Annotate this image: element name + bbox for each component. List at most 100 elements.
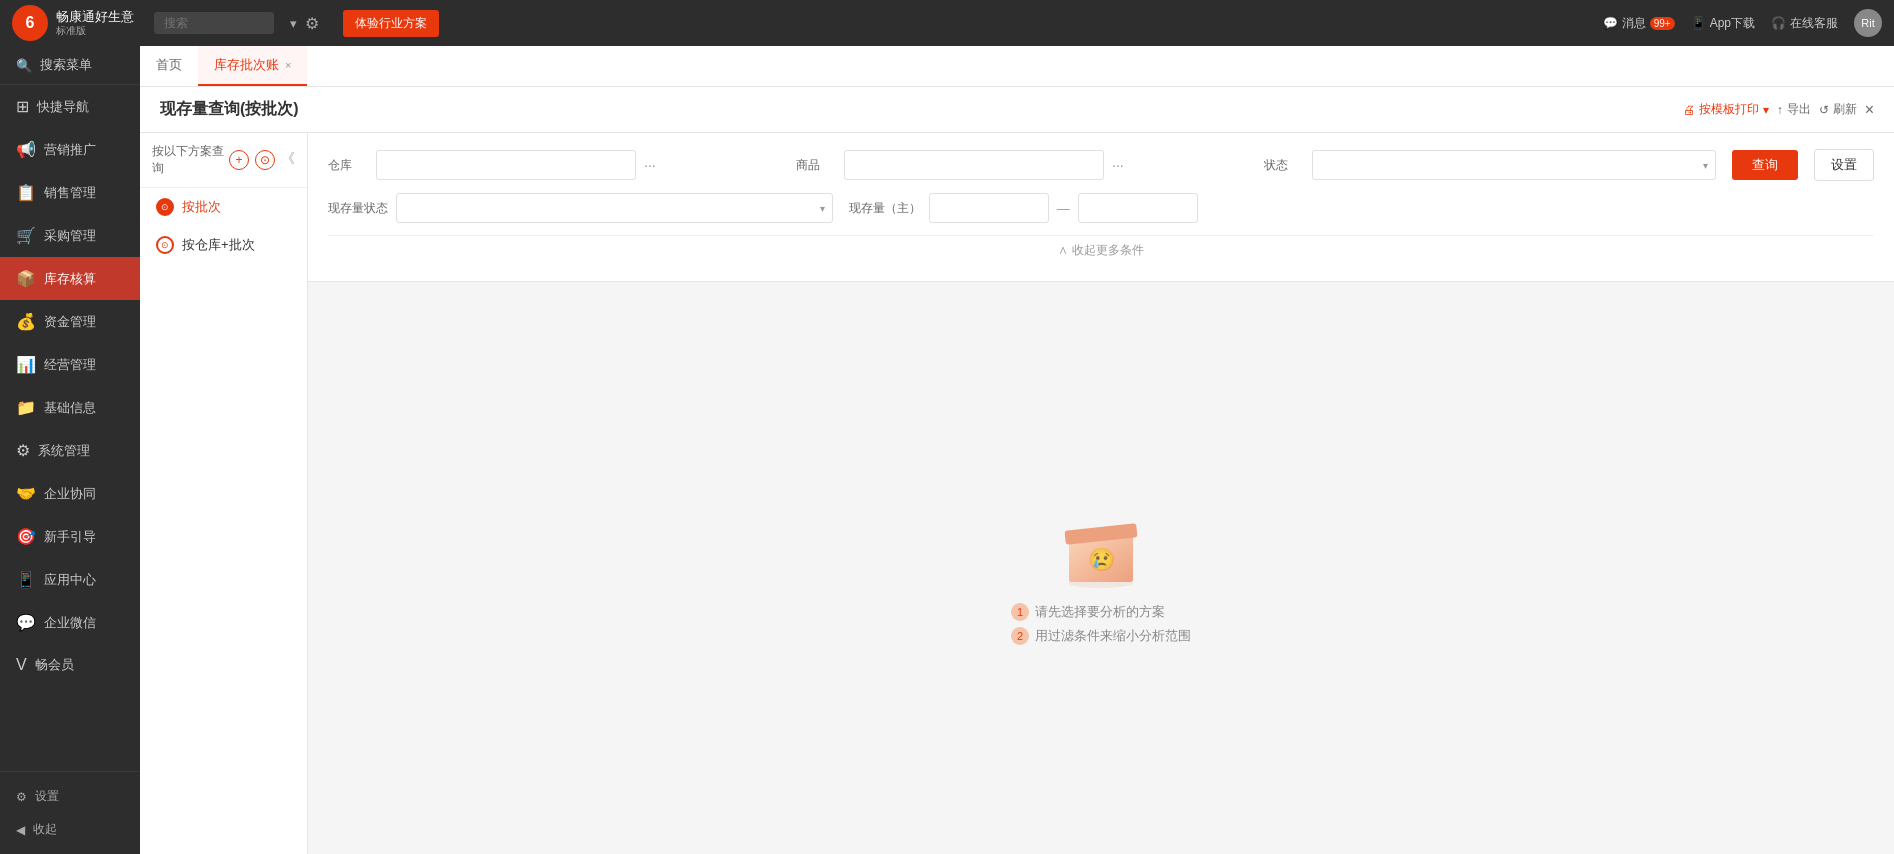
page-body: 按以下方案查询 + ⊙ 《 ⊙ 按批次 ⊙ 按仓库+批次: [140, 133, 1894, 854]
sidebar-item-wechat[interactable]: 💬 企业微信: [0, 601, 140, 644]
sidebar-item-operations[interactable]: 📊 经营管理: [0, 343, 140, 386]
online-service-btn[interactable]: 🎧 在线客服: [1771, 15, 1838, 32]
topbar-search-input[interactable]: [154, 12, 274, 34]
member-icon: V: [16, 656, 27, 674]
sidebar-item-basics[interactable]: 📁 基础信息: [0, 386, 140, 429]
marketing-icon: 📢: [16, 140, 36, 159]
close-panel-btn[interactable]: ×: [1865, 101, 1874, 119]
message-icon: 💬: [1603, 16, 1618, 30]
apps-icon: 📱: [16, 570, 36, 589]
sidebar-settings-btn[interactable]: ⚙ 设置: [0, 780, 140, 813]
newbie-icon: 🎯: [16, 527, 36, 546]
scheme-header-left: 按以下方案查询: [152, 143, 229, 177]
collapse-icon: ◀: [16, 823, 25, 837]
sidebar-item-inventory[interactable]: 📦 库存核算: [0, 257, 140, 300]
print-icon: 🖨: [1683, 103, 1695, 117]
purchase-icon: 🛒: [16, 226, 36, 245]
sidebar-item-finance[interactable]: 💰 资金管理: [0, 300, 140, 343]
warehouse-input[interactable]: [376, 150, 636, 180]
empty-illustration: 😢 1 请先选择要分析的方案: [1011, 491, 1191, 645]
experience-btn[interactable]: 体验行业方案: [343, 10, 439, 37]
scheme-collapse-btn[interactable]: 《: [281, 150, 295, 170]
stock-main-max[interactable]: [1078, 193, 1198, 223]
hint-num-1: 1: [1011, 603, 1029, 621]
scheme-item-warehouse-batch[interactable]: ⊙ 按仓库+批次: [140, 226, 307, 264]
sidebar-item-apps[interactable]: 📱 应用中心: [0, 558, 140, 601]
status-select[interactable]: [1312, 150, 1716, 180]
content-area: 首页 库存批次账 × 现存量查询(按批次) 🖨 按模板打印 ▾ ↑ 导出: [140, 46, 1894, 854]
page-title: 现存量查询(按批次): [160, 99, 299, 120]
nav-icon: ⊞: [16, 97, 29, 116]
filter-group-status: 状态 ▾: [1264, 150, 1716, 180]
print-dropdown-icon[interactable]: ▾: [1763, 103, 1769, 117]
stock-main-dash: —: [1057, 201, 1070, 216]
page-header: 现存量查询(按批次) 🖨 按模板打印 ▾ ↑ 导出 ↺ 刷新 ×: [140, 87, 1894, 133]
filter-area: 仓库 ··· 商品 ··· 状态: [308, 133, 1894, 282]
goods-dots-btn[interactable]: ···: [1112, 157, 1124, 173]
filter-row-2: 现存量状态 ▾ 现存量（主） —: [328, 193, 1874, 223]
scheme-item-wh-icon: ⊙: [156, 236, 174, 254]
hint-num-2: 2: [1011, 627, 1029, 645]
tab-inventory-batch[interactable]: 库存批次账 ×: [198, 46, 307, 86]
tab-close-btn[interactable]: ×: [285, 59, 291, 71]
sidebar-search[interactable]: 🔍 搜索菜单: [0, 46, 140, 85]
topbar-dropdown-icon[interactable]: ▾: [290, 16, 297, 31]
scheme-panel: 按以下方案查询 + ⊙ 《 ⊙ 按批次 ⊙ 按仓库+批次: [140, 133, 308, 854]
wechat-icon: 💬: [16, 613, 36, 632]
filter-group-warehouse: 仓库 ···: [328, 150, 780, 180]
sidebar: 🔍 搜索菜单 ⊞ 快捷导航 📢 营销推广 📋 销售管理 🛒 采购管理 📦 库存核…: [0, 46, 140, 854]
sidebar-item-system[interactable]: ⚙ 系统管理: [0, 429, 140, 472]
app-download-btn[interactable]: 📱 App下载: [1691, 15, 1755, 32]
filter-row-1: 仓库 ··· 商品 ··· 状态: [328, 149, 1874, 181]
scheme-actions: + ⊙ 《: [229, 150, 295, 170]
empty-box-svg: 😢: [1051, 491, 1151, 591]
svg-text:😢: 😢: [1088, 546, 1116, 573]
app-brand: 畅康通好生意 标准版: [56, 9, 134, 37]
goods-input[interactable]: [844, 150, 1104, 180]
scheme-add-btn[interactable]: +: [229, 150, 249, 170]
sidebar-item-collab[interactable]: 🤝 企业协同: [0, 472, 140, 515]
filter-group-stock-main: 现存量（主） —: [849, 193, 1354, 223]
sidebar-item-newbie[interactable]: 🎯 新手引导: [0, 515, 140, 558]
scheme-item-batch-icon: ⊙: [156, 198, 174, 216]
filter-group-stock-status: 现存量状态 ▾: [328, 193, 833, 223]
sidebar-bottom: ⚙ 设置 ◀ 收起: [0, 771, 140, 854]
stock-main-label: 现存量（主）: [849, 200, 921, 217]
stock-status-select[interactable]: [396, 193, 833, 223]
print-btn[interactable]: 🖨 按模板打印 ▾: [1683, 101, 1769, 118]
tab-home[interactable]: 首页: [140, 46, 198, 86]
status-select-wrapper: ▾: [1312, 150, 1716, 180]
export-icon: ↑: [1777, 103, 1783, 117]
operations-icon: 📊: [16, 355, 36, 374]
sidebar-item-quick-nav[interactable]: ⊞ 快捷导航: [0, 85, 140, 128]
hint-item-2: 2 用过滤条件来缩小分析范围: [1011, 627, 1191, 645]
topbar-actions: 💬 消息 99+ 📱 App下载 🎧 在线客服 Rit: [1603, 9, 1882, 37]
refresh-btn[interactable]: ↺ 刷新: [1819, 101, 1857, 118]
scheme-settings-btn[interactable]: ⊙: [255, 150, 275, 170]
sidebar-item-member[interactable]: V 畅会员: [0, 644, 140, 686]
message-btn[interactable]: 💬 消息 99+: [1603, 15, 1675, 32]
phone-icon: 📱: [1691, 16, 1706, 30]
sidebar-item-purchase[interactable]: 🛒 采购管理: [0, 214, 140, 257]
warehouse-dots-btn[interactable]: ···: [644, 157, 656, 173]
app-logo: 6: [12, 5, 48, 41]
settings-icon: ⚙: [16, 790, 27, 804]
results-area: 😢 1 请先选择要分析的方案: [308, 282, 1894, 854]
warehouse-label: 仓库: [328, 157, 368, 174]
scheme-item-batch[interactable]: ⊙ 按批次: [140, 188, 307, 226]
filter-results-panel: 仓库 ··· 商品 ··· 状态: [308, 133, 1894, 854]
headset-icon: 🎧: [1771, 16, 1786, 30]
export-btn[interactable]: ↑ 导出: [1777, 101, 1811, 118]
filter-settings-btn[interactable]: 设置: [1814, 149, 1874, 181]
sidebar-collapse-btn[interactable]: ◀ 收起: [0, 813, 140, 846]
query-btn[interactable]: 查询: [1732, 150, 1798, 180]
stock-main-min[interactable]: [929, 193, 1049, 223]
collapse-more-btn[interactable]: ∧ 收起更多条件: [328, 235, 1874, 265]
sidebar-item-marketing[interactable]: 📢 营销推广: [0, 128, 140, 171]
topbar-gear-button[interactable]: ⚙: [305, 14, 319, 33]
search-icon: 🔍: [16, 58, 32, 73]
basics-icon: 📁: [16, 398, 36, 417]
user-avatar[interactable]: Rit: [1854, 9, 1882, 37]
sales-icon: 📋: [16, 183, 36, 202]
sidebar-item-sales[interactable]: 📋 销售管理: [0, 171, 140, 214]
